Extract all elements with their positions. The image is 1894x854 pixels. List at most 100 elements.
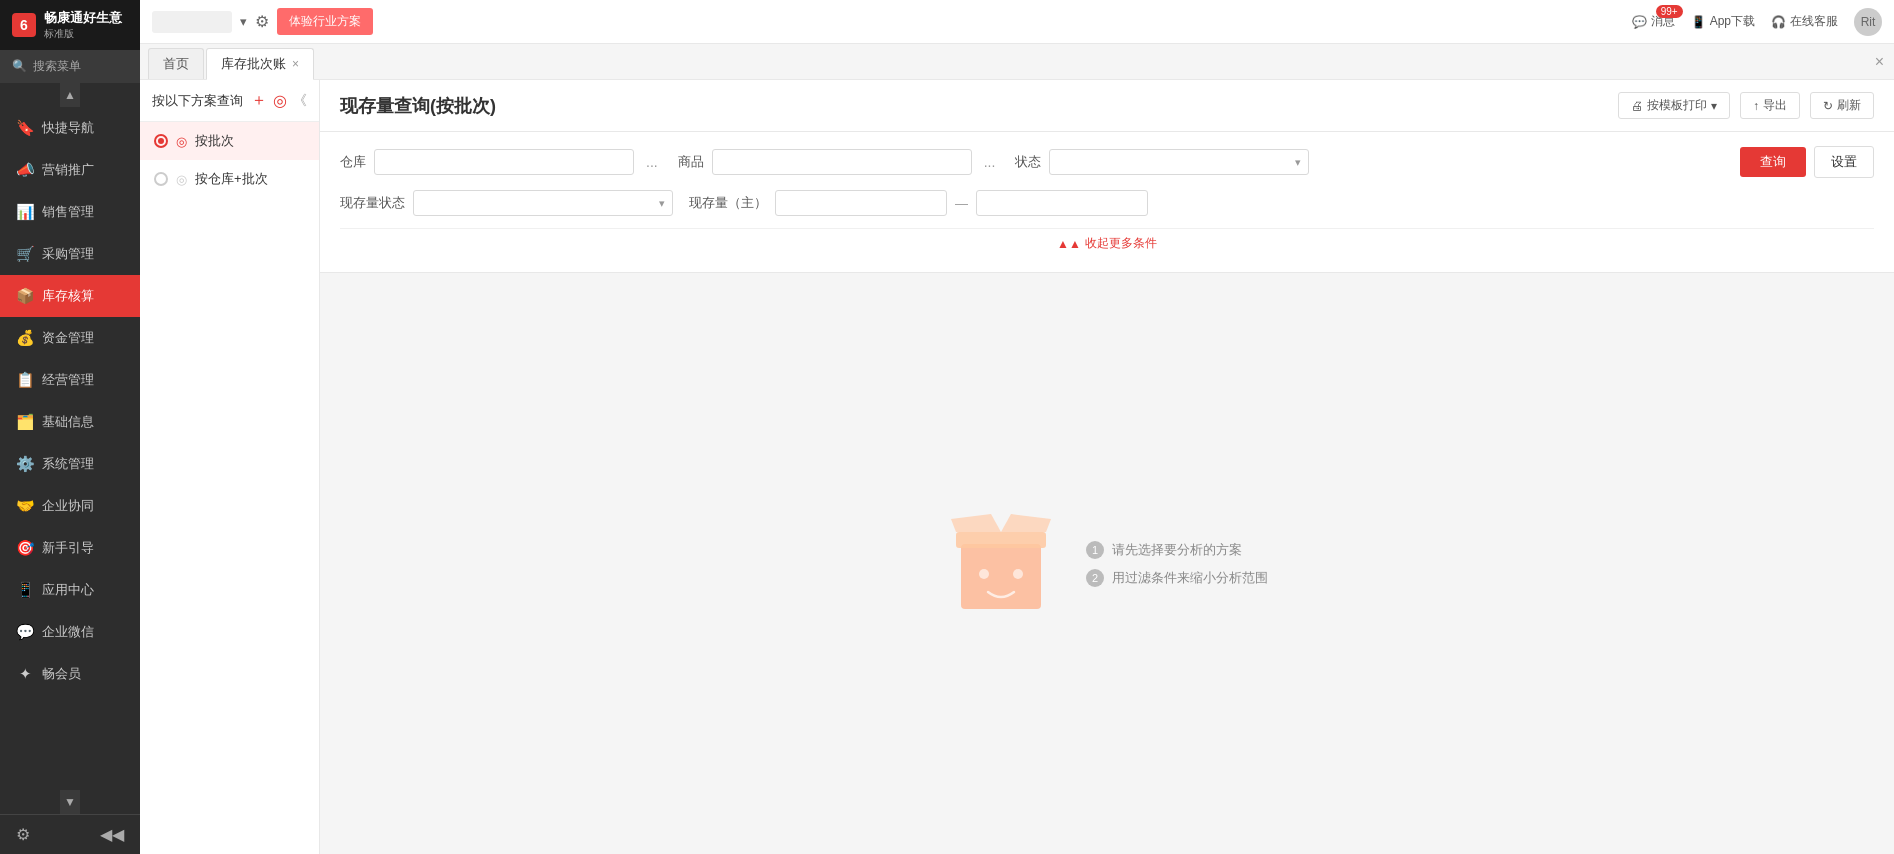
right-panel: 现存量查询(按批次) 🖨 按模板打印 ▾ ↑ 导出 ↻ 刷新 [320, 80, 1894, 854]
experience-btn[interactable]: 体验行业方案 [277, 8, 373, 35]
sidebar-item-sales[interactable]: 📊 销售管理 [0, 191, 140, 233]
sidebar-item-enterprise[interactable]: 🤝 企业协同 [0, 485, 140, 527]
add-scheme-btn[interactable]: ＋ [251, 90, 267, 111]
scheme-settings-btn[interactable]: ◎ [273, 91, 287, 110]
tabbar-close-right-btn[interactable]: × [1875, 53, 1884, 71]
tab-inventory-batch[interactable]: 库存批次账 × [206, 48, 314, 80]
stock-status-select[interactable] [413, 190, 673, 216]
content-area: 按以下方案查询 ＋ ◎ 《 ◎ 按批次 ◎ 按仓库+批次 [140, 80, 1894, 854]
warehouse-input[interactable] [374, 149, 634, 175]
breadcrumb-dropdown-btn[interactable]: ▾ [240, 14, 247, 29]
sidebar-item-operations[interactable]: 📋 经营管理 [0, 359, 140, 401]
print-dropdown-icon: ▾ [1711, 99, 1717, 113]
sidebar-item-label: 新手引导 [42, 539, 94, 557]
query-btn[interactable]: 查询 [1740, 147, 1806, 177]
sidebar-header: 6 畅康通好生意 标准版 [0, 0, 140, 50]
tab-home[interactable]: 首页 [148, 48, 204, 79]
sidebar-item-label: 系统管理 [42, 455, 94, 473]
status-label: 状态 [1015, 153, 1041, 171]
collapse-panel-btn[interactable]: 《 [293, 92, 307, 110]
breadcrumb-input[interactable] [152, 11, 232, 33]
sidebar-item-vip[interactable]: ✦ 畅会员 [0, 653, 140, 695]
stock-qty-label: 现存量（主） [689, 194, 767, 212]
stock-qty-from-input[interactable] [775, 190, 947, 216]
scheme-radio-batch [154, 134, 168, 148]
settings-icon[interactable]: ⚙ [16, 825, 30, 844]
page-title: 现存量查询(按批次) [340, 94, 496, 118]
app-brand: 畅康通好生意 标准版 [44, 10, 122, 40]
app-download-icon: 📱 [1691, 15, 1706, 29]
page-header: 现存量查询(按批次) 🖨 按模板打印 ▾ ↑ 导出 ↻ 刷新 [320, 80, 1894, 132]
empty-state: 1 请先选择要分析的方案 2 用过滤条件来缩小分析范围 [320, 273, 1894, 854]
message-icon: 💬 [1632, 15, 1647, 29]
sidebar-item-app-center[interactable]: 📱 应用中心 [0, 569, 140, 611]
sidebar-item-purchase[interactable]: 🛒 采购管理 [0, 233, 140, 275]
online-service-btn[interactable]: 🎧 在线客服 [1771, 13, 1838, 30]
sidebar-item-label: 采购管理 [42, 245, 94, 263]
warehouse-more-btn[interactable]: ... [642, 154, 662, 170]
stock-qty-to-input[interactable] [976, 190, 1148, 216]
warehouse-label: 仓库 [340, 153, 366, 171]
refresh-label: 刷新 [1837, 97, 1861, 114]
left-panel-actions: ＋ ◎ 《 [251, 90, 307, 111]
sidebar-item-quick-nav[interactable]: 🔖 快捷导航 [0, 107, 140, 149]
scheme-by-warehouse-batch[interactable]: ◎ 按仓库+批次 [140, 160, 319, 198]
sidebar-item-basic[interactable]: 🗂️ 基础信息 [0, 401, 140, 443]
scheme-by-batch[interactable]: ◎ 按批次 [140, 122, 319, 160]
status-select[interactable] [1049, 149, 1309, 175]
filter-row-2: 现存量状态 现存量（主） — [340, 190, 1874, 216]
empty-illustration [946, 504, 1056, 624]
search-icon: 🔍 [12, 59, 27, 73]
system-icon: ⚙️ [16, 455, 34, 473]
product-more-btn[interactable]: ... [980, 154, 1000, 170]
basic-icon: 🗂️ [16, 413, 34, 431]
filter-area: 仓库 ... 商品 ... 状态 [320, 132, 1894, 273]
sales-icon: 📊 [16, 203, 34, 221]
sidebar-item-inventory[interactable]: 📦 库存核算 [0, 275, 140, 317]
tip-num-2: 2 [1086, 569, 1104, 587]
export-btn[interactable]: ↑ 导出 [1740, 92, 1800, 119]
svg-rect-0 [961, 544, 1041, 609]
collapse-sidebar-icon[interactable]: ◀◀ [100, 825, 124, 844]
stock-qty-field: 现存量（主） — [689, 190, 1148, 216]
svg-marker-2 [951, 514, 1001, 532]
refresh-btn[interactable]: ↻ 刷新 [1810, 92, 1874, 119]
empty-tips: 1 请先选择要分析的方案 2 用过滤条件来缩小分析范围 [1086, 541, 1268, 587]
collapse-more-label: 收起更多条件 [1085, 235, 1157, 252]
sidebar-item-label: 畅会员 [42, 665, 81, 683]
newbie-icon: 🎯 [16, 539, 34, 557]
app-center-icon: 📱 [16, 581, 34, 599]
page-header-actions: 🖨 按模板打印 ▾ ↑ 导出 ↻ 刷新 [1618, 92, 1874, 119]
enterprise-icon: 🤝 [16, 497, 34, 515]
sidebar-item-marketing[interactable]: 📣 营销推广 [0, 149, 140, 191]
topbar-right: 💬 消息 99+ 📱 App下载 🎧 在线客服 Rit [1632, 8, 1882, 36]
headset-icon: 🎧 [1771, 15, 1786, 29]
collapse-more-btn[interactable]: ▲▲ 收起更多条件 [340, 228, 1874, 258]
product-input[interactable] [712, 149, 972, 175]
sidebar-search[interactable]: 🔍 搜索菜单 [0, 50, 140, 83]
print-template-btn[interactable]: 🖨 按模板打印 ▾ [1618, 92, 1730, 119]
sidebar-item-newbie[interactable]: 🎯 新手引导 [0, 527, 140, 569]
sidebar-item-wechat[interactable]: 💬 企业微信 [0, 611, 140, 653]
sidebar-item-label: 基础信息 [42, 413, 94, 431]
user-name-display: Rit [1861, 15, 1876, 29]
sidebar-item-system[interactable]: ⚙️ 系统管理 [0, 443, 140, 485]
tab-close-btn[interactable]: × [292, 57, 299, 71]
collapse-arrow-icon: ▲▲ [1057, 237, 1081, 251]
scheme-icon-warehouse-batch: ◎ [176, 172, 187, 187]
sidebar-item-label: 库存核算 [42, 287, 94, 305]
vip-icon: ✦ [16, 665, 34, 683]
product-field: 商品 ... [678, 149, 1000, 175]
user-avatar[interactable]: Rit [1854, 8, 1882, 36]
app-download-btn[interactable]: 📱 App下载 [1691, 13, 1755, 30]
sidebar-scroll-up[interactable]: ▲ [60, 83, 80, 107]
avatar: Rit [1854, 8, 1882, 36]
messages-btn[interactable]: 💬 消息 99+ [1632, 13, 1675, 30]
status-select-wrapper [1049, 149, 1309, 175]
refresh-icon: ↻ [1823, 99, 1833, 113]
sidebar-item-finance[interactable]: 💰 资金管理 [0, 317, 140, 359]
filter-settings-btn[interactable]: 设置 [1814, 146, 1874, 178]
topbar-settings-btn[interactable]: ⚙ [255, 12, 269, 31]
app-name: 畅康通好生意 [44, 10, 122, 27]
sidebar-scroll-down[interactable]: ▼ [60, 790, 80, 814]
